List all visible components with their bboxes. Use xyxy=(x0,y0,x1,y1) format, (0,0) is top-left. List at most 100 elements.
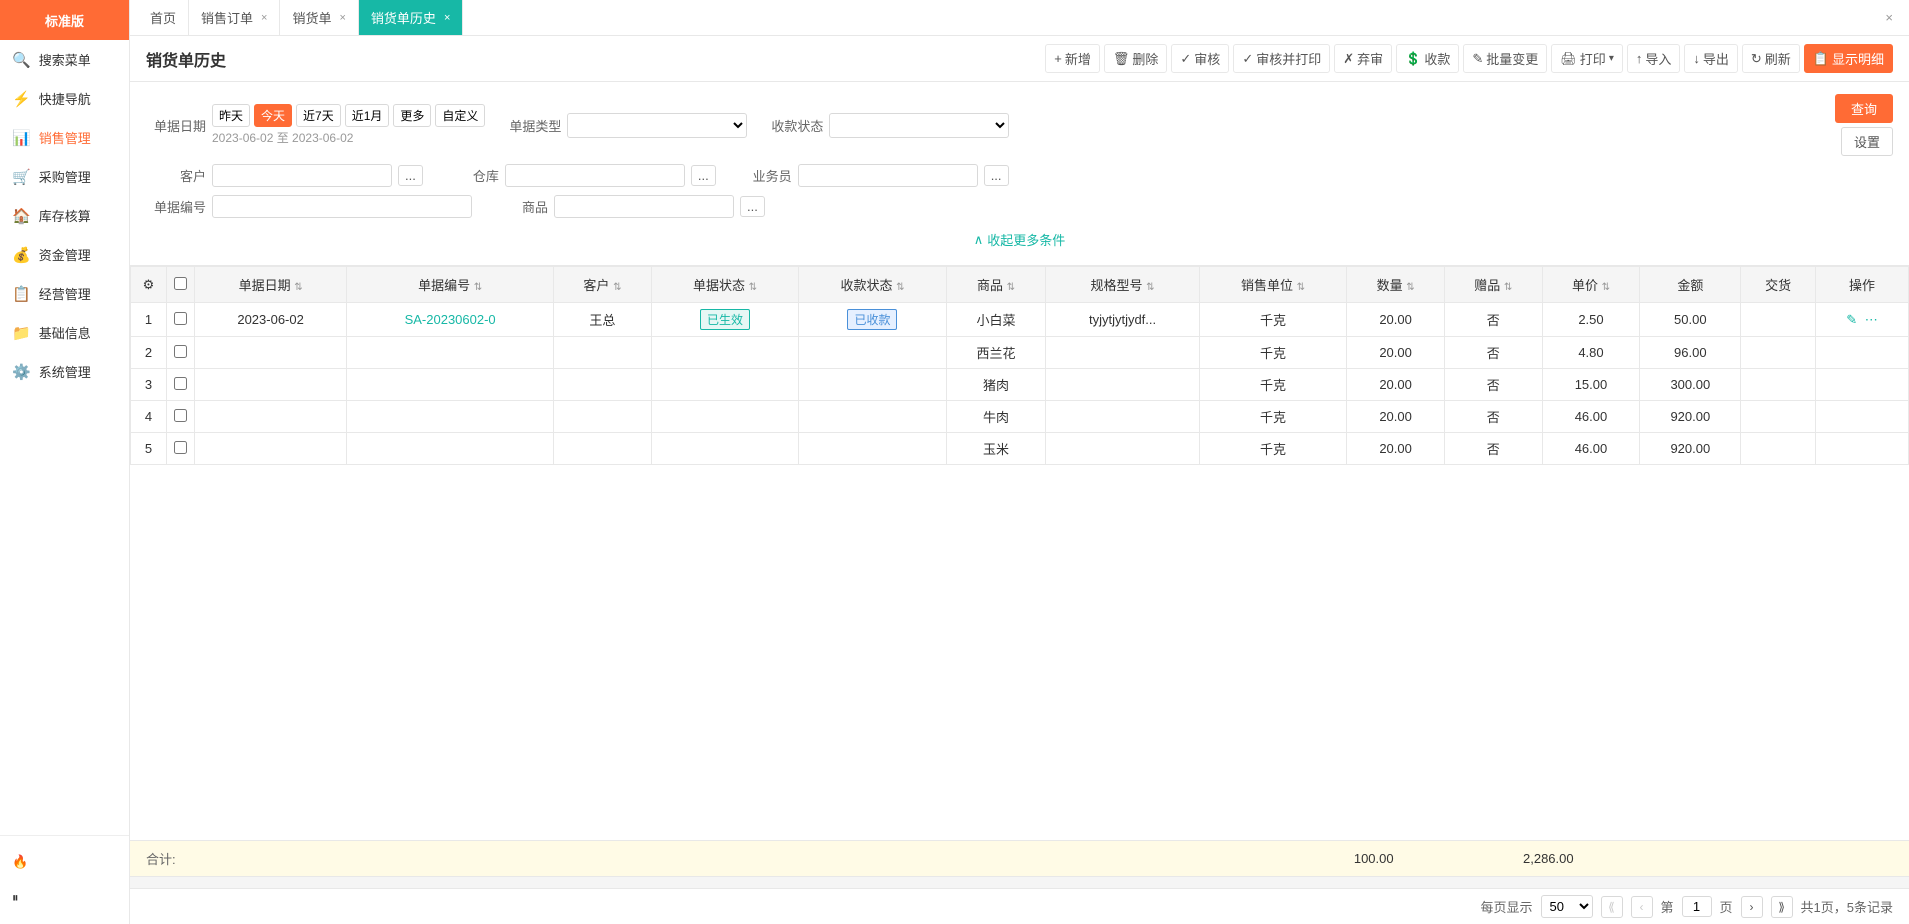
cell-check[interactable] xyxy=(167,369,195,401)
show-detail-button[interactable]: 📋 显示明细 xyxy=(1804,44,1893,73)
more-action[interactable]: ⋯ xyxy=(1865,312,1878,327)
date-btn-today[interactable]: 今天 xyxy=(254,104,292,127)
audit-button[interactable]: ✓ 审核 xyxy=(1171,44,1229,73)
page-prev-btn[interactable]: ‹ xyxy=(1631,896,1653,918)
col-transaction[interactable]: 交货 xyxy=(1741,267,1816,303)
row-checkbox[interactable] xyxy=(174,377,187,390)
col-goods[interactable]: 商品 ⇅ xyxy=(946,267,1046,303)
col-gift[interactable]: 赠品 ⇅ xyxy=(1444,267,1542,303)
page-size-select[interactable]: 50 10 20 100 xyxy=(1541,895,1593,918)
tab-sales-history-close[interactable]: × xyxy=(444,12,450,24)
doc-no-input[interactable] xyxy=(212,195,472,218)
sidebar-item-inventory[interactable]: 🏠 库存核算 xyxy=(0,196,129,235)
tab-sales-history[interactable]: 销货单历史 × xyxy=(359,0,463,35)
cell-goods: 玉米 xyxy=(946,433,1046,465)
date-btn-7days[interactable]: 近7天 xyxy=(296,104,341,127)
row-checkbox[interactable] xyxy=(174,312,187,325)
filter-item-customer: 客户 ... xyxy=(146,164,423,187)
tab-sales-goods[interactable]: 销货单 × xyxy=(280,0,358,35)
page-number-input[interactable] xyxy=(1682,896,1712,917)
print-button[interactable]: 🖨 打印 ▾ xyxy=(1551,44,1623,73)
col-check[interactable] xyxy=(167,267,195,303)
salesperson-input[interactable] xyxy=(798,164,978,187)
col-date[interactable]: 单据日期 ⇅ xyxy=(195,267,347,303)
col-settings[interactable]: ⚙ xyxy=(131,267,167,303)
import-button[interactable]: ↑ 导入 xyxy=(1627,44,1681,73)
customer-input[interactable] xyxy=(212,164,392,187)
filter-item-salesperson: 业务员 ... xyxy=(732,164,1009,187)
collect-button[interactable]: 💲 收款 xyxy=(1396,44,1459,73)
export-button[interactable]: ↓ 导出 xyxy=(1684,44,1738,73)
sidebar-item-purchase-mgmt[interactable]: 🛒 采购管理 xyxy=(0,157,129,196)
col-amount[interactable]: 金额 xyxy=(1640,267,1741,303)
new-button[interactable]: + 新增 xyxy=(1045,44,1100,73)
select-all-checkbox[interactable] xyxy=(174,277,187,290)
date-btn-1month[interactable]: 近1月 xyxy=(345,104,390,127)
table-settings-icon[interactable]: ⚙ xyxy=(143,277,155,292)
salesperson-ellipsis[interactable]: ... xyxy=(984,165,1009,186)
sidebar-bottom-fire[interactable]: 🔥 xyxy=(0,844,129,880)
customer-ellipsis[interactable]: ... xyxy=(398,165,423,186)
tab-sales-goods-close[interactable]: × xyxy=(339,12,345,24)
sidebar-item-sys-mgmt[interactable]: ⚙️ 系统管理 xyxy=(0,352,129,391)
goods-ellipsis[interactable]: ... xyxy=(740,196,765,217)
audit-print-button[interactable]: ✓ 审核并打印 xyxy=(1233,44,1330,73)
col-collect-status[interactable]: 收款状态 ⇅ xyxy=(799,267,946,303)
import-icon: ↑ xyxy=(1636,51,1643,66)
row-checkbox[interactable] xyxy=(174,441,187,454)
warehouse-input[interactable] xyxy=(505,164,685,187)
page-next-btn[interactable]: › xyxy=(1741,896,1763,918)
sidebar-item-search-menu[interactable]: 🔍 搜索菜单 xyxy=(0,40,129,79)
cell-customer xyxy=(554,337,652,369)
sidebar-item-operations[interactable]: 📋 经营管理 xyxy=(0,274,129,313)
cell-unit: 千克 xyxy=(1199,303,1346,337)
scroll-bar-area[interactable] xyxy=(130,876,1909,888)
cell-check[interactable] xyxy=(167,401,195,433)
col-qty[interactable]: 数量 ⇅ xyxy=(1347,267,1445,303)
goods-input[interactable] xyxy=(554,195,734,218)
collect-status-badge: 已收款 xyxy=(847,309,897,330)
date-btn-more[interactable]: 更多 xyxy=(393,104,431,127)
page-first-btn[interactable]: ⟪ xyxy=(1601,896,1623,918)
batch-change-button[interactable]: ✎ 批量变更 xyxy=(1463,44,1547,73)
cell-check[interactable] xyxy=(167,337,195,369)
col-price[interactable]: 单价 ⇅ xyxy=(1542,267,1640,303)
col-spec[interactable]: 规格型号 ⇅ xyxy=(1046,267,1200,303)
cell-qty: 20.00 xyxy=(1347,433,1445,465)
col-customer[interactable]: 客户 ⇅ xyxy=(554,267,652,303)
tab-sales-order-close[interactable]: × xyxy=(261,12,267,24)
discard-button[interactable]: ✗ 弃审 xyxy=(1334,44,1392,73)
cell-check[interactable] xyxy=(167,433,195,465)
collapse-btn[interactable]: ∧ 收起更多条件 xyxy=(146,226,1893,253)
sidebar-item-finance[interactable]: 💰 资金管理 xyxy=(0,235,129,274)
edit-action[interactable]: ✎ xyxy=(1846,312,1857,327)
sidebar-bottom: 🔥 ⏸ xyxy=(0,835,129,924)
delete-button[interactable]: 🗑 删除 xyxy=(1104,44,1168,73)
sidebar-item-quick-nav[interactable]: ⚡ 快捷导航 xyxy=(0,79,129,118)
page-last-btn[interactable]: ⟫ xyxy=(1771,896,1793,918)
col-doc-no[interactable]: 单据编号 ⇅ xyxy=(347,267,554,303)
col-doc-status[interactable]: 单据状态 ⇅ xyxy=(651,267,798,303)
refresh-button[interactable]: ↻ 刷新 xyxy=(1742,44,1800,73)
date-btn-yesterday[interactable]: 昨天 xyxy=(212,104,250,127)
tab-sales-order[interactable]: 销售订单 × xyxy=(189,0,280,35)
col-unit[interactable]: 销售单位 ⇅ xyxy=(1199,267,1346,303)
doc-no-link[interactable]: SA-20230602-0 xyxy=(405,312,496,327)
collect-status-select[interactable] xyxy=(829,113,1009,138)
setting-button[interactable]: 设置 xyxy=(1841,127,1893,156)
warehouse-ellipsis[interactable]: ... xyxy=(691,165,716,186)
query-button[interactable]: 查询 xyxy=(1835,94,1893,123)
sidebar-item-base-info[interactable]: 📁 基础信息 xyxy=(0,313,129,352)
row-checkbox[interactable] xyxy=(174,345,187,358)
sidebar-bottom-pause[interactable]: ⏸ xyxy=(0,880,129,916)
row-checkbox[interactable] xyxy=(174,409,187,422)
tab-home[interactable]: 首页 xyxy=(138,0,189,35)
cell-customer: 王总 xyxy=(554,303,652,337)
cell-qty: 20.00 xyxy=(1347,401,1445,433)
date-btn-custom[interactable]: 自定义 xyxy=(435,104,485,127)
sidebar-item-sales-mgmt[interactable]: 📊 销售管理 xyxy=(0,118,129,157)
sidebar-item-label: 销售管理 xyxy=(39,128,91,147)
doc-type-select[interactable] xyxy=(567,113,747,138)
tab-close-all[interactable]: × xyxy=(1877,10,1901,25)
cell-check[interactable] xyxy=(167,303,195,337)
